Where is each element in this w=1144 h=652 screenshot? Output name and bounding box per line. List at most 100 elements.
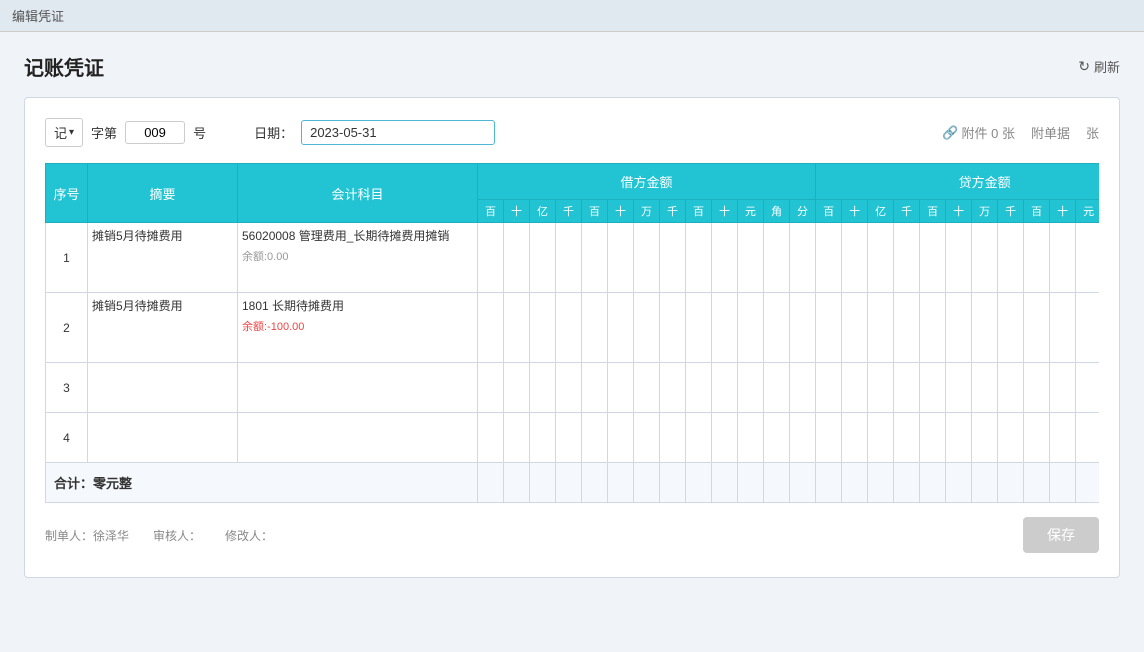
debit-cell-r2-c5[interactable] (608, 363, 634, 413)
debit-cell-r0-c6[interactable] (634, 223, 660, 293)
credit-cell-r2-c10[interactable] (1076, 363, 1099, 413)
credit-cell-r3-c6[interactable] (972, 413, 998, 463)
debit-cell-r1-c6[interactable] (634, 293, 660, 363)
debit-cell-r0-c3[interactable] (556, 223, 582, 293)
debit-cell-r3-c7[interactable] (660, 413, 686, 463)
table-row[interactable]: 3 (46, 363, 1100, 413)
debit-cell-r2-c7[interactable] (660, 363, 686, 413)
debit-cell-r0-c2[interactable] (530, 223, 556, 293)
attachment-link[interactable]: 🔗 附件 0 张 (942, 123, 1015, 142)
credit-cell-r1-c0[interactable] (816, 293, 842, 363)
credit-cell-r1-c5[interactable] (946, 293, 972, 363)
debit-cell-r0-c9[interactable] (712, 223, 738, 293)
row-account-2[interactable] (238, 363, 478, 413)
credit-cell-r2-c3[interactable] (894, 363, 920, 413)
debit-cell-r2-c10[interactable] (738, 363, 764, 413)
row-summary-2[interactable] (88, 363, 238, 413)
debit-cell-r1-c12[interactable] (790, 293, 816, 363)
credit-cell-r3-c0[interactable] (816, 413, 842, 463)
credit-cell-r2-c1[interactable] (842, 363, 868, 413)
credit-cell-r3-c7[interactable] (998, 413, 1024, 463)
debit-cell-r2-c9[interactable] (712, 363, 738, 413)
credit-cell-r3-c5[interactable] (946, 413, 972, 463)
debit-cell-r0-c5[interactable] (608, 223, 634, 293)
credit-cell-r1-c7[interactable] (998, 293, 1024, 363)
credit-cell-r2-c2[interactable] (868, 363, 894, 413)
table-row[interactable]: 1摊销5月待摊费用56020008 管理费用_长期待摊费用摊销余额:0.00 (46, 223, 1100, 293)
credit-cell-r0-c10[interactable] (1076, 223, 1099, 293)
date-input[interactable] (301, 120, 495, 145)
credit-cell-r1-c6[interactable] (972, 293, 998, 363)
credit-cell-r1-c8[interactable] (1024, 293, 1050, 363)
credit-cell-r1-c4[interactable] (920, 293, 946, 363)
credit-cell-r1-c10[interactable] (1076, 293, 1099, 363)
debit-cell-r1-c11[interactable] (764, 293, 790, 363)
credit-cell-r0-c5[interactable] (946, 223, 972, 293)
debit-cell-r1-c9[interactable] (712, 293, 738, 363)
row-account-3[interactable] (238, 413, 478, 463)
credit-cell-r3-c1[interactable] (842, 413, 868, 463)
credit-cell-r3-c3[interactable] (894, 413, 920, 463)
credit-cell-r1-c3[interactable] (894, 293, 920, 363)
debit-cell-r1-c5[interactable] (608, 293, 634, 363)
save-button[interactable]: 保存 (1023, 517, 1099, 553)
credit-cell-r1-c2[interactable] (868, 293, 894, 363)
debit-cell-r2-c6[interactable] (634, 363, 660, 413)
debit-cell-r1-c10[interactable] (738, 293, 764, 363)
credit-cell-r2-c5[interactable] (946, 363, 972, 413)
debit-cell-r3-c11[interactable] (764, 413, 790, 463)
table-row[interactable]: 2摊销5月待摊费用1801 长期待摊费用余额:-100.00 (46, 293, 1100, 363)
debit-cell-r1-c1[interactable] (504, 293, 530, 363)
debit-cell-r1-c2[interactable] (530, 293, 556, 363)
debit-cell-r0-c8[interactable] (686, 223, 712, 293)
credit-cell-r0-c0[interactable] (816, 223, 842, 293)
credit-cell-r2-c4[interactable] (920, 363, 946, 413)
credit-cell-r1-c9[interactable] (1050, 293, 1076, 363)
credit-cell-r3-c10[interactable] (1076, 413, 1099, 463)
credit-cell-r2-c0[interactable] (816, 363, 842, 413)
table-row[interactable]: 4 (46, 413, 1100, 463)
row-summary-0[interactable]: 摊销5月待摊费用 (88, 223, 238, 293)
debit-cell-r1-c8[interactable] (686, 293, 712, 363)
credit-cell-r3-c8[interactable] (1024, 413, 1050, 463)
refresh-button[interactable]: ↻ 刷新 (1078, 57, 1120, 76)
credit-cell-r3-c4[interactable] (920, 413, 946, 463)
debit-cell-r1-c4[interactable] (582, 293, 608, 363)
credit-cell-r0-c1[interactable] (842, 223, 868, 293)
debit-cell-r0-c1[interactable] (504, 223, 530, 293)
row-account-0[interactable]: 56020008 管理费用_长期待摊费用摊销余额:0.00 (238, 223, 478, 293)
row-summary-1[interactable]: 摊销5月待摊费用 (88, 293, 238, 363)
debit-cell-r0-c7[interactable] (660, 223, 686, 293)
row-account-1[interactable]: 1801 长期待摊费用余额:-100.00 (238, 293, 478, 363)
debit-cell-r3-c10[interactable] (738, 413, 764, 463)
debit-cell-r3-c0[interactable] (478, 413, 504, 463)
credit-cell-r1-c1[interactable] (842, 293, 868, 363)
debit-cell-r3-c2[interactable] (530, 413, 556, 463)
credit-cell-r2-c6[interactable] (972, 363, 998, 413)
debit-cell-r2-c8[interactable] (686, 363, 712, 413)
debit-cell-r3-c4[interactable] (582, 413, 608, 463)
debit-cell-r3-c12[interactable] (790, 413, 816, 463)
debit-cell-r1-c3[interactable] (556, 293, 582, 363)
credit-cell-r2-c7[interactable] (998, 363, 1024, 413)
debit-cell-r0-c11[interactable] (764, 223, 790, 293)
credit-cell-r3-c2[interactable] (868, 413, 894, 463)
row-summary-3[interactable] (88, 413, 238, 463)
debit-cell-r2-c11[interactable] (764, 363, 790, 413)
debit-cell-r1-c0[interactable] (478, 293, 504, 363)
debit-cell-r2-c4[interactable] (582, 363, 608, 413)
credit-cell-r0-c3[interactable] (894, 223, 920, 293)
voucher-number-input[interactable] (125, 121, 185, 144)
debit-cell-r3-c1[interactable] (504, 413, 530, 463)
credit-cell-r0-c7[interactable] (998, 223, 1024, 293)
debit-cell-r3-c9[interactable] (712, 413, 738, 463)
attach-sheet-label[interactable]: 附单据 (1031, 123, 1070, 142)
debit-cell-r3-c3[interactable] (556, 413, 582, 463)
debit-cell-r0-c10[interactable] (738, 223, 764, 293)
debit-cell-r0-c12[interactable] (790, 223, 816, 293)
debit-cell-r2-c2[interactable] (530, 363, 556, 413)
debit-cell-r3-c8[interactable] (686, 413, 712, 463)
debit-cell-r2-c0[interactable] (478, 363, 504, 413)
debit-cell-r0-c0[interactable] (478, 223, 504, 293)
debit-cell-r3-c5[interactable] (608, 413, 634, 463)
